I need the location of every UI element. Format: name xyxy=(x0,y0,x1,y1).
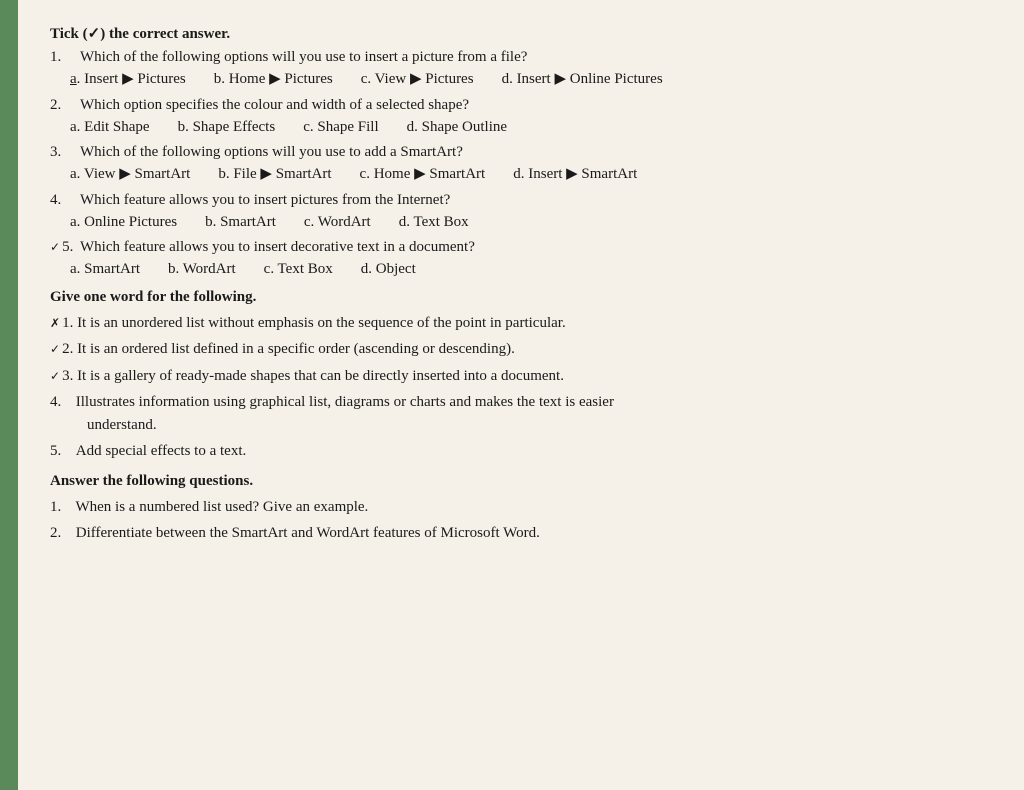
give-item-1-text: It is an unordered list without emphasis… xyxy=(73,312,565,335)
q4-num: 4. xyxy=(50,192,80,209)
answer-1-text: When is a numbered list used? Give an ex… xyxy=(75,499,368,515)
q3-opt-b: b. File ▶ SmartArt xyxy=(218,163,331,186)
give-item-5-num: 5. xyxy=(50,440,72,463)
give-item-2-num: ✓2. xyxy=(50,338,73,361)
q4-opt-d: d. Text Box xyxy=(399,211,469,234)
q1-opt-a: a. Insert ▶ Pictures xyxy=(70,68,186,91)
q5-tick: ✓ xyxy=(50,240,60,255)
answer-section: Answer the following questions. 1. When … xyxy=(50,473,984,545)
q2-opt-a: a. Edit Shape xyxy=(70,116,150,139)
q4-opt-b: b. SmartArt xyxy=(205,211,276,234)
q4-options: a. Online Pictures b. SmartArt c. WordAr… xyxy=(70,211,984,234)
answer-2-num: 2. xyxy=(50,522,72,545)
left-bar xyxy=(0,0,18,790)
tick-section-header: Tick (✓) the correct answer. xyxy=(50,24,984,43)
give-one-word-section: Give one word for the following. ✗1. It … xyxy=(50,289,984,463)
give-item-5: 5. Add special effects to a text. xyxy=(50,440,984,463)
give-item-1-num: ✗1. xyxy=(50,312,73,335)
question-3-line: 3. Which of the following options will y… xyxy=(50,144,984,161)
page: Tick (✓) the correct answer. 1. Which of… xyxy=(0,0,1024,790)
q3-options: a. View ▶ SmartArt b. File ▶ SmartArt c.… xyxy=(70,163,984,186)
answer-2-text: Differentiate between the SmartArt and W… xyxy=(76,525,540,541)
q4-text: Which feature allows you to insert pictu… xyxy=(80,192,450,209)
q2-opt-b: b. Shape Effects xyxy=(178,116,276,139)
answer-item-1: 1. When is a numbered list used? Give an… xyxy=(50,496,984,519)
tick-header-text: Tick (✓) the correct answer. xyxy=(50,26,230,42)
q1-num: 1. xyxy=(50,49,80,66)
q2-options: a. Edit Shape b. Shape Effects c. Shape … xyxy=(70,116,984,139)
q3-opt-d: d. Insert ▶ SmartArt xyxy=(513,163,637,186)
question-3: 3. Which of the following options will y… xyxy=(50,144,984,186)
answer-1-num: 1. xyxy=(50,496,72,519)
q3-text: Which of the following options will you … xyxy=(80,144,463,161)
question-2: 2. Which option specifies the colour and… xyxy=(50,97,984,139)
q5-opt-d: d. Object xyxy=(361,258,416,281)
question-5: ✓5. Which feature allows you to insert d… xyxy=(50,239,984,281)
q4-opt-c: c. WordArt xyxy=(304,211,371,234)
give-item-3: ✓3. It is a gallery of ready-made shapes… xyxy=(50,365,984,388)
q5-opt-b: b. WordArt xyxy=(168,258,236,281)
give-item-4-text: Illustrates information using graphical … xyxy=(72,391,614,436)
question-2-line: 2. Which option specifies the colour and… xyxy=(50,97,984,114)
give-item-3-num: ✓3. xyxy=(50,365,73,388)
q1-text: Which of the following options will you … xyxy=(80,49,527,66)
q2-num: 2. xyxy=(50,97,80,114)
q3-opt-c: c. Home ▶ SmartArt xyxy=(360,163,486,186)
q2-text: Which option specifies the colour and wi… xyxy=(80,97,469,114)
give-one-word-header-text: Give one word for the following. xyxy=(50,289,256,305)
q1-options: a. Insert ▶ Pictures b. Home ▶ Pictures … xyxy=(70,68,984,91)
question-4: 4. Which feature allows you to insert pi… xyxy=(50,192,984,234)
q3-num: 3. xyxy=(50,144,80,161)
question-1: 1. Which of the following options will y… xyxy=(50,49,984,91)
q3-opt-a: a. View ▶ SmartArt xyxy=(70,163,190,186)
give-item-4-num: 4. xyxy=(50,391,72,414)
give-item-1-tick: ✗ xyxy=(50,314,60,332)
q5-text: Which feature allows you to insert decor… xyxy=(80,239,475,256)
q5-opt-c: c. Text Box xyxy=(264,258,333,281)
give-item-5-text: Add special effects to a text. xyxy=(72,440,246,463)
q5-opt-a: a. SmartArt xyxy=(70,258,140,281)
q5-num: ✓5. xyxy=(50,239,80,256)
give-item-2-text: It is an ordered list defined in a speci… xyxy=(73,338,515,361)
q1-opt-c: c. View ▶ Pictures xyxy=(361,68,474,91)
give-item-2-tick: ✓ xyxy=(50,340,60,358)
q1-opt-b: b. Home ▶ Pictures xyxy=(214,68,333,91)
answer-item-2: 2. Differentiate between the SmartArt an… xyxy=(50,522,984,545)
answer-header-text: Answer the following questions. xyxy=(50,473,253,489)
q1-opt-d: d. Insert ▶ Online Pictures xyxy=(502,68,663,91)
give-item-1: ✗1. It is an unordered list without emph… xyxy=(50,312,984,335)
q5-options: a. SmartArt b. WordArt c. Text Box d. Ob… xyxy=(70,258,984,281)
q4-opt-a: a. Online Pictures xyxy=(70,211,177,234)
give-item-2: ✓2. It is an ordered list defined in a s… xyxy=(50,338,984,361)
q2-opt-d: d. Shape Outline xyxy=(407,116,507,139)
question-5-line: ✓5. Which feature allows you to insert d… xyxy=(50,239,984,256)
question-4-line: 4. Which feature allows you to insert pi… xyxy=(50,192,984,209)
give-item-3-tick: ✓ xyxy=(50,367,60,385)
give-one-word-header: Give one word for the following. xyxy=(50,289,984,306)
give-item-4: 4. Illustrates information using graphic… xyxy=(50,391,984,436)
answer-header: Answer the following questions. xyxy=(50,473,984,490)
q2-opt-c: c. Shape Fill xyxy=(303,116,378,139)
give-item-3-text: It is a gallery of ready-made shapes tha… xyxy=(73,365,564,388)
question-1-line: 1. Which of the following options will y… xyxy=(50,49,984,66)
